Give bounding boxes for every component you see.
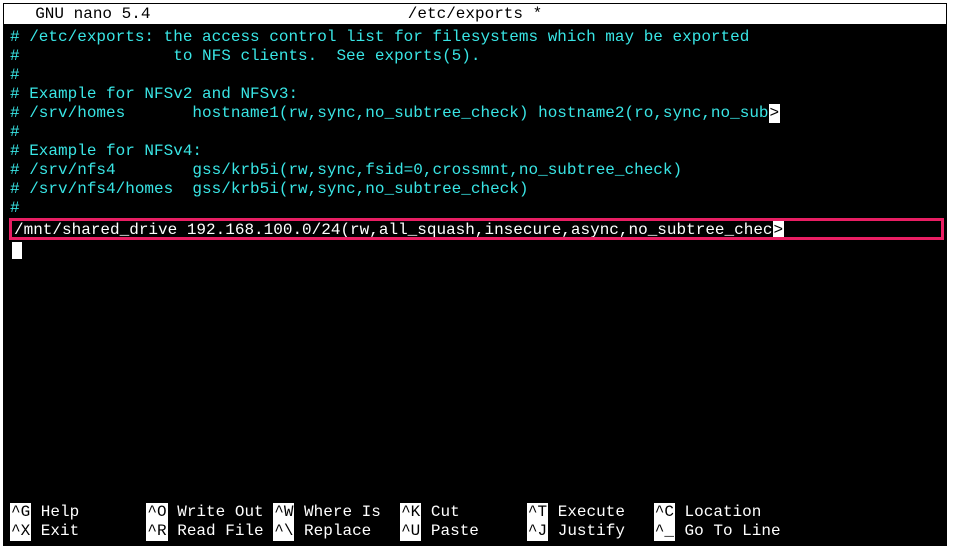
location-shortcut[interactable]: ^C Location: [654, 503, 762, 522]
comment-line: # to NFS clients. See exports(5).: [10, 47, 946, 66]
replace-shortcut[interactable]: ^\ Replace: [273, 522, 390, 541]
file-name: /etc/exports *: [408, 5, 542, 23]
cursor-line: [10, 240, 946, 265]
comment-line: # Example for NFSv2 and NFSv3:: [10, 85, 946, 104]
comment-line: # /srv/nfs4/homes gss/krb5i(rw,sync,no_s…: [10, 180, 946, 199]
comment-line: #: [10, 123, 946, 142]
writeout-shortcut[interactable]: ^O Write Out: [146, 503, 263, 522]
comment-line: # /srv/nfs4 gss/krb5i(rw,sync,fsid=0,cro…: [10, 161, 946, 180]
justify-shortcut[interactable]: ^J Justify: [527, 522, 644, 541]
readfile-shortcut[interactable]: ^R Read File: [146, 522, 263, 541]
terminal-window: GNU nano 5.4 /etc/exports * # /etc/expor…: [3, 3, 947, 546]
exit-shortcut[interactable]: ^X Exit: [10, 522, 127, 541]
menu-row-2: ^X Exit ^R Read File ^\ Replace ^U Paste…: [10, 522, 940, 541]
whereis-shortcut[interactable]: ^W Where Is: [273, 503, 390, 522]
cut-shortcut[interactable]: ^K Cut: [400, 503, 517, 522]
continuation-marker: >: [773, 221, 785, 239]
execute-shortcut[interactable]: ^T Execute: [527, 503, 644, 522]
comment-line: # /etc/exports: the access control list …: [10, 28, 946, 47]
comment-line: #: [10, 199, 946, 218]
comment-line: #: [10, 66, 946, 85]
gotoline-shortcut[interactable]: ^_ Go To Line: [654, 522, 781, 541]
paste-shortcut[interactable]: ^U Paste: [400, 522, 517, 541]
comment-line: # Example for NFSv4:: [10, 142, 946, 161]
menu-row-1: ^G Help ^O Write Out ^W Where Is ^K Cut …: [10, 503, 940, 522]
continuation-marker: >: [769, 104, 781, 123]
config-line-highlighted: /mnt/shared_drive 192.168.100.0/24(rw,al…: [9, 218, 944, 240]
help-shortcut[interactable]: ^G Help: [10, 503, 127, 522]
cursor: [12, 242, 22, 259]
titlebar: GNU nano 5.4 /etc/exports *: [4, 4, 946, 24]
shortcut-menu: ^G Help ^O Write Out ^W Where Is ^K Cut …: [10, 503, 940, 541]
editor-content[interactable]: # /etc/exports: the access control list …: [4, 24, 946, 265]
app-name: GNU nano 5.4: [4, 5, 150, 23]
comment-line: # /srv/homes hostname1(rw,sync,no_subtre…: [10, 104, 946, 123]
